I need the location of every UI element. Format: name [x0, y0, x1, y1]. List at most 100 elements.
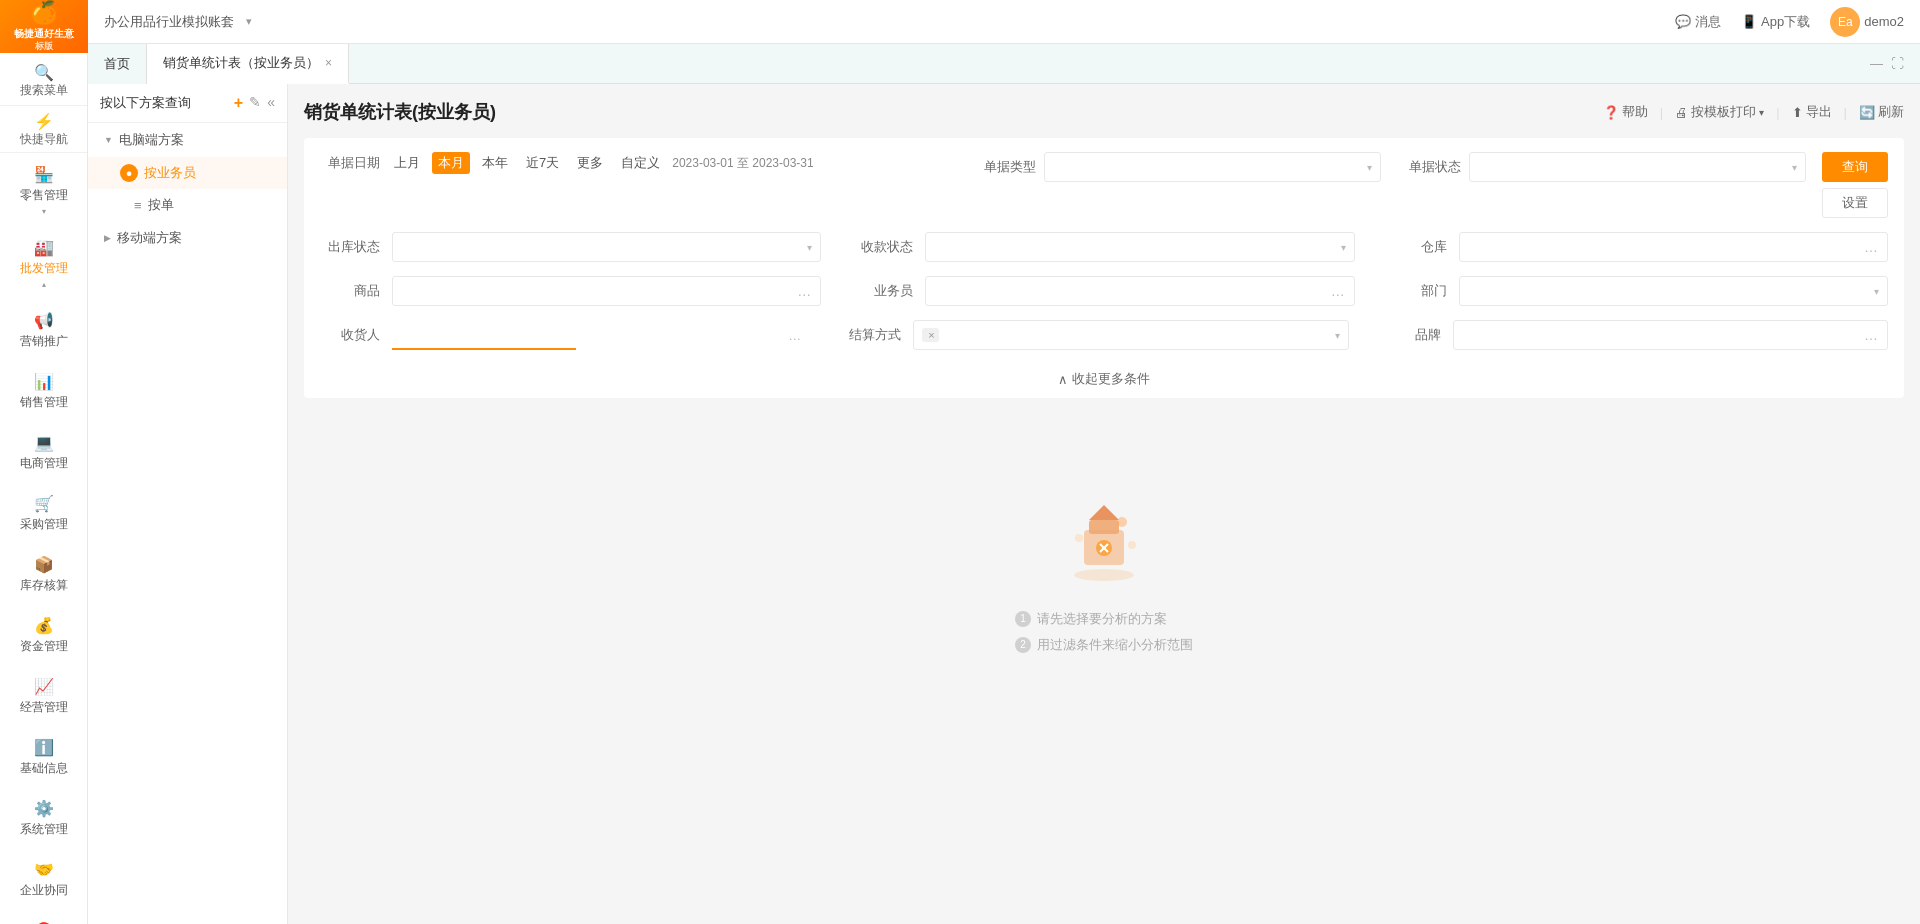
- topbar-app-download[interactable]: 📱 App下载: [1741, 13, 1810, 31]
- print-icon: 🖨: [1675, 105, 1688, 120]
- sidebar-item-collab[interactable]: 🤝 企业协同: [0, 848, 87, 909]
- topbar-dropdown-icon[interactable]: ▾: [246, 15, 252, 28]
- settle-arrow-icon: ▾: [1335, 330, 1340, 341]
- date-btn-thisyear[interactable]: 本年: [476, 152, 514, 174]
- left-panel-header-label: 按以下方案查询: [100, 94, 191, 112]
- date-btn-custom[interactable]: 自定义: [615, 152, 666, 174]
- sep3: |: [1844, 105, 1847, 120]
- tab-home[interactable]: 首页: [88, 44, 147, 84]
- date-btn-thismonth[interactable]: 本月: [432, 152, 470, 174]
- sidebar-item-collab-label: 企业协同: [20, 882, 68, 899]
- staff-select[interactable]: …: [925, 276, 1354, 306]
- refresh-action[interactable]: 🔄 刷新: [1859, 103, 1904, 121]
- collapse-scheme-icon[interactable]: «: [267, 94, 275, 112]
- tree-child-by-order[interactable]: ≡ 按单: [88, 189, 287, 221]
- staff-label: 业务员: [853, 282, 913, 300]
- wholesale-icon: 🏭: [34, 238, 54, 257]
- type-select[interactable]: ▾: [1044, 152, 1381, 182]
- goods-select[interactable]: …: [392, 276, 821, 306]
- sidebar-quicknav[interactable]: ⚡ 快捷导航: [0, 106, 87, 153]
- sidebar-item-ecommerce[interactable]: 💻 电商管理: [0, 421, 87, 482]
- sales-icon: 📊: [34, 372, 54, 391]
- marketing-icon: 📢: [34, 311, 54, 330]
- sidebar-item-retail[interactable]: 🏪 零售管理 ▾: [0, 153, 87, 226]
- help-action[interactable]: ❓ 帮助: [1603, 103, 1648, 121]
- sidebar-item-wholesale[interactable]: 🏭 批发管理 ▴: [0, 226, 87, 299]
- tree-child-staff-label: 按业务员: [144, 164, 196, 182]
- logo-sub: 标版: [35, 40, 53, 53]
- sidebar-item-basic[interactable]: ℹ️ 基础信息: [0, 726, 87, 787]
- tree-mobile-scheme-label: 移动端方案: [117, 229, 182, 247]
- sidebar-item-operation[interactable]: 📈 经营管理: [0, 665, 87, 726]
- payment-select[interactable]: ▾: [925, 232, 1354, 262]
- sidebar-item-retail-label: 零售管理: [20, 187, 68, 204]
- topbar-username: demo2: [1864, 14, 1904, 29]
- filter-row-2: 出库状态 ▾ 收款状态 ▾ 仓库 …: [320, 232, 1888, 262]
- date-range-text: 2023-03-01 至 2023-03-31: [672, 155, 813, 172]
- sidebar-item-system-label: 系统管理: [20, 821, 68, 838]
- settle-select[interactable]: × ▾: [913, 320, 1348, 350]
- dept-arrow-icon: ▾: [1874, 286, 1879, 297]
- receiver-dots[interactable]: …: [788, 328, 801, 343]
- settings-button[interactable]: 设置: [1822, 188, 1888, 218]
- system-icon: ⚙️: [34, 799, 54, 818]
- collapse-icon: ∧: [1058, 372, 1068, 387]
- refresh-icon: 🔄: [1859, 105, 1875, 120]
- logo-icon: 🍊: [30, 0, 57, 26]
- out-status-arrow-icon: ▾: [807, 242, 812, 253]
- left-panel-header: 按以下方案查询 + ✎ «: [88, 84, 287, 123]
- sidebar-item-guide[interactable]: 🎯 新手引导: [0, 909, 87, 924]
- svg-point-7: [1117, 517, 1127, 527]
- print-action[interactable]: 🖨 按模板打印 ▾: [1675, 103, 1764, 121]
- warehouse-select[interactable]: …: [1459, 232, 1888, 262]
- status-select[interactable]: ▾: [1469, 152, 1806, 182]
- tree-mobile-scheme[interactable]: ▶ 移动端方案: [88, 221, 287, 255]
- logo-text: 畅捷通好生意: [14, 28, 74, 40]
- topbar-user[interactable]: Ea demo2: [1830, 7, 1904, 37]
- tree-pc-scheme[interactable]: ▼ 电脑端方案: [88, 123, 287, 157]
- basic-icon: ℹ️: [34, 738, 54, 757]
- wholesale-arrow-icon: ▴: [42, 280, 46, 289]
- date-btn-more[interactable]: 更多: [571, 152, 609, 174]
- receiver-input[interactable]: [392, 320, 576, 350]
- app-logo: 🍊 畅捷通好生意 标版: [0, 0, 88, 53]
- sidebar-item-system[interactable]: ⚙️ 系统管理: [0, 787, 87, 848]
- collapse-button[interactable]: ∧ 收起更多条件: [1058, 370, 1150, 388]
- settle-clear-icon[interactable]: ×: [928, 329, 934, 341]
- tree-child-by-staff[interactable]: ● 按业务员: [88, 157, 287, 189]
- edit-scheme-icon[interactable]: ✎: [249, 94, 261, 112]
- receiver-label: 收货人: [320, 326, 380, 344]
- purchase-icon: 🛒: [34, 494, 54, 513]
- goods-label: 商品: [320, 282, 380, 300]
- status-label: 单据状态: [1401, 158, 1461, 176]
- tree-mobile-expand-icon: ▶: [104, 233, 111, 243]
- date-btn-7days[interactable]: 近7天: [520, 152, 565, 174]
- tree-child-staff-icon: ●: [120, 164, 138, 182]
- dept-label: 部门: [1387, 282, 1447, 300]
- tree-child-order-icon: ≡: [134, 198, 142, 213]
- add-scheme-icon[interactable]: +: [234, 94, 243, 112]
- sidebar-item-marketing[interactable]: 📢 营销推广: [0, 299, 87, 360]
- sidebar-item-purchase[interactable]: 🛒 采购管理: [0, 482, 87, 543]
- tab-minimize-icon[interactable]: —: [1870, 56, 1883, 71]
- empty-tips: 1 请先选择要分析的方案 2 用过滤条件来缩小分析范围: [1015, 606, 1193, 658]
- out-status-select[interactable]: ▾: [392, 232, 821, 262]
- warehouse-dots: …: [1864, 239, 1879, 255]
- dept-select[interactable]: ▾: [1459, 276, 1888, 306]
- sidebar-item-sales[interactable]: 📊 销售管理: [0, 360, 87, 421]
- sidebar-item-purchase-label: 采购管理: [20, 516, 68, 533]
- tab-fullscreen-icon[interactable]: ⛶: [1891, 56, 1904, 71]
- settle-clear-tag[interactable]: ×: [922, 328, 938, 342]
- date-btn-lastmonth[interactable]: 上月: [388, 152, 426, 174]
- left-panel-icons: + ✎ «: [234, 94, 275, 112]
- sidebar-search[interactable]: 🔍 搜索菜单: [0, 53, 87, 106]
- export-action[interactable]: ⬆ 导出: [1792, 103, 1832, 121]
- tab-salesreport[interactable]: 销货单统计表（按业务员） ×: [147, 44, 349, 84]
- query-button[interactable]: 查询: [1822, 152, 1888, 182]
- sidebar-item-inventory[interactable]: 📦 库存核算: [0, 543, 87, 604]
- tab-close-icon[interactable]: ×: [325, 56, 332, 70]
- sidebar-item-finance[interactable]: 💰 资金管理: [0, 604, 87, 665]
- tab-salesreport-label: 销货单统计表（按业务员）: [163, 54, 319, 72]
- topbar-message[interactable]: 💬 消息: [1675, 13, 1721, 31]
- brand-select[interactable]: …: [1453, 320, 1888, 350]
